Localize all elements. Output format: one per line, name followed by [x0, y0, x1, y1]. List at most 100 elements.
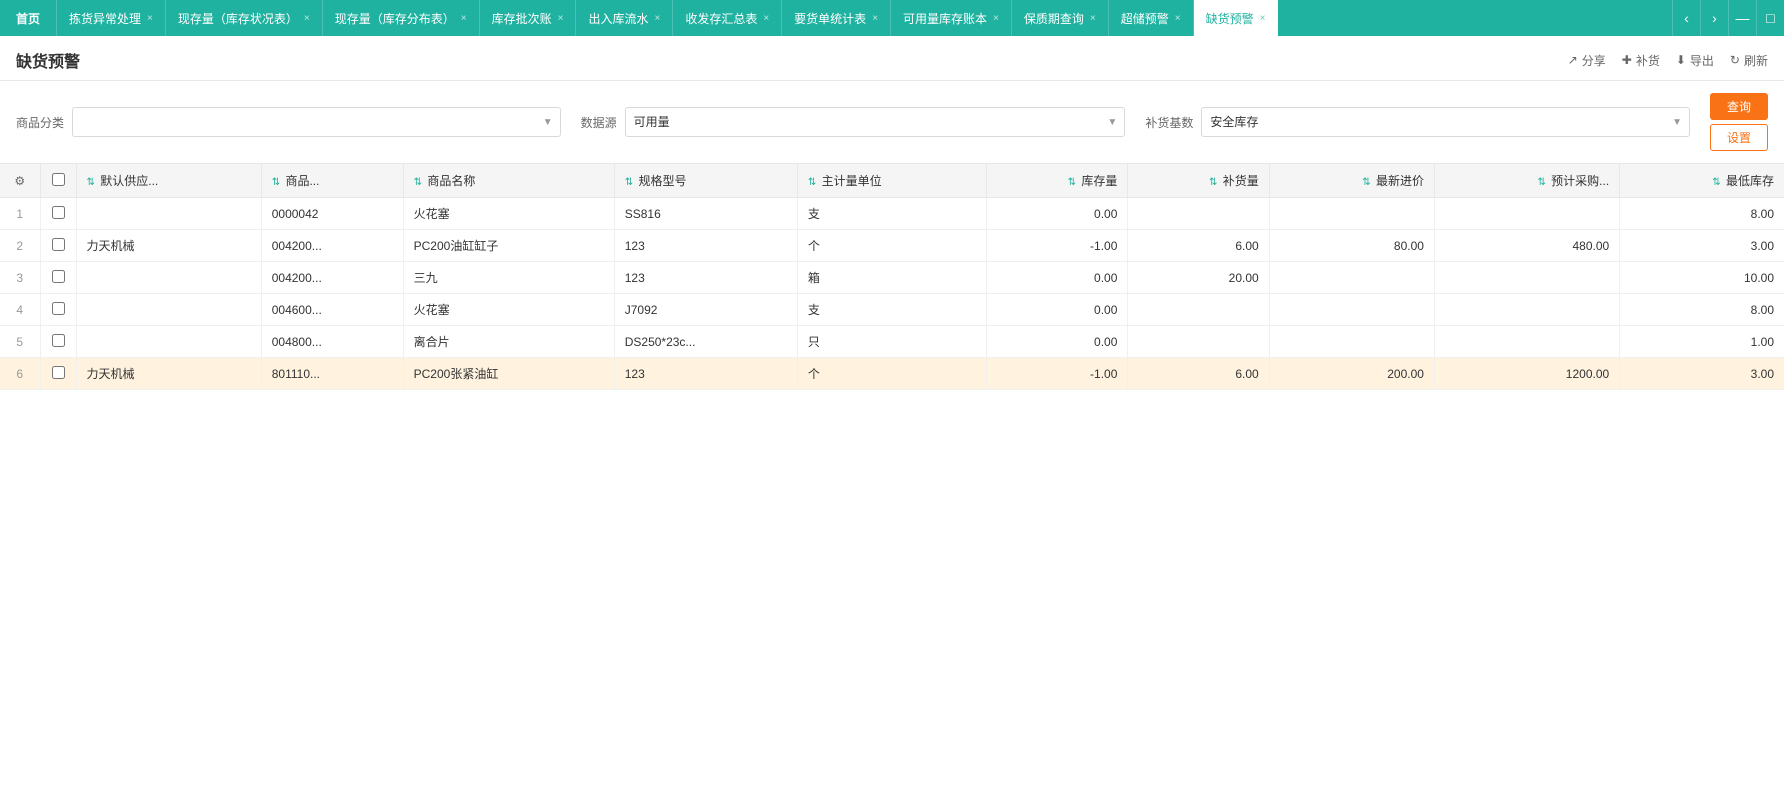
- tab-4[interactable]: 库存批次账 ×: [480, 0, 577, 36]
- th-min-stock[interactable]: ⇅ 最低库存: [1620, 164, 1784, 198]
- cell-spec: DS250*23c...: [614, 326, 797, 358]
- tab-maximize-btn[interactable]: □: [1756, 0, 1784, 36]
- tab-1[interactable]: 拣货异常处理 ×: [57, 0, 166, 36]
- header-actions: ↗ 分享 ✚ 补货 ⬇ 导出 ↻ 刷新: [1568, 52, 1768, 69]
- th-latest-price[interactable]: ⇅ 最新进价: [1269, 164, 1434, 198]
- th-gear[interactable]: ⚙: [0, 164, 40, 198]
- cell-check[interactable]: [40, 262, 76, 294]
- close-icon[interactable]: ×: [1090, 13, 1096, 24]
- th-supplier[interactable]: ⇅ 默认供应...: [76, 164, 261, 198]
- gear-icon[interactable]: ⚙: [14, 174, 25, 188]
- close-icon[interactable]: ×: [558, 13, 564, 24]
- row-checkbox[interactable]: [52, 238, 65, 251]
- cell-est-purchase: [1434, 294, 1619, 326]
- row-checkbox[interactable]: [52, 366, 65, 379]
- tab-prev-btn[interactable]: ‹: [1672, 0, 1700, 36]
- supplement-button[interactable]: ✚ 补货: [1622, 52, 1660, 69]
- cell-name: 火花塞: [403, 198, 614, 230]
- share-button[interactable]: ↗ 分享: [1568, 52, 1606, 69]
- close-icon[interactable]: ×: [993, 13, 999, 24]
- cell-check[interactable]: [40, 198, 76, 230]
- datasource-select-wrap: 可用量 ▼: [625, 107, 1126, 137]
- cell-min-stock: 8.00: [1620, 294, 1784, 326]
- refresh-button[interactable]: ↻ 刷新: [1730, 52, 1768, 69]
- cell-stock: -1.00: [987, 358, 1128, 390]
- tab-label-8: 可用量库存账本: [903, 10, 987, 27]
- th-name[interactable]: ⇅ 商品名称: [403, 164, 614, 198]
- close-icon[interactable]: ×: [304, 13, 310, 24]
- tab-label-5: 出入库流水: [588, 10, 648, 27]
- filter-bar: 商品分类 ▼ 数据源 可用量 ▼ 补货基数 安全库存: [0, 81, 1784, 164]
- datasource-filter: 数据源 可用量 ▼: [581, 107, 1126, 137]
- cell-index: 4: [0, 294, 40, 326]
- cell-check[interactable]: [40, 326, 76, 358]
- tab-3[interactable]: 现存量（库存分布表） ×: [323, 0, 480, 36]
- category-select[interactable]: [72, 107, 561, 137]
- close-icon[interactable]: ×: [763, 13, 769, 24]
- cell-index: 5: [0, 326, 40, 358]
- th-est-purchase[interactable]: ⇅ 预计采购...: [1434, 164, 1619, 198]
- cell-supplement: 6.00: [1128, 358, 1269, 390]
- close-icon[interactable]: ×: [872, 13, 878, 24]
- tab-5[interactable]: 出入库流水 ×: [576, 0, 673, 36]
- sort-icon: ⇅: [1537, 177, 1545, 188]
- replenish-select[interactable]: 安全库存: [1201, 107, 1690, 137]
- select-all-checkbox[interactable]: [52, 173, 65, 186]
- th-spec[interactable]: ⇅ 规格型号: [614, 164, 797, 198]
- close-icon[interactable]: ×: [654, 13, 660, 24]
- tab-home[interactable]: 首页: [0, 0, 57, 36]
- cell-code: 004200...: [261, 230, 403, 262]
- filter-actions: 查询 设置: [1710, 93, 1768, 151]
- cell-index: 2: [0, 230, 40, 262]
- close-icon[interactable]: ×: [1175, 13, 1181, 24]
- close-icon[interactable]: ×: [147, 13, 153, 24]
- tab-label-4: 库存批次账: [492, 10, 552, 27]
- tab-label-7: 要货单统计表: [794, 10, 866, 27]
- cell-unit: 箱: [797, 262, 986, 294]
- cell-min-stock: 8.00: [1620, 198, 1784, 230]
- th-supplement[interactable]: ⇅ 补货量: [1128, 164, 1269, 198]
- sort-icon: ⇅: [808, 177, 816, 188]
- tab-9[interactable]: 保质期查询 ×: [1012, 0, 1109, 36]
- th-spec-label: 规格型号: [638, 174, 686, 188]
- cell-supplier: 力天机械: [76, 358, 261, 390]
- th-name-label: 商品名称: [427, 174, 475, 188]
- cell-est-purchase: [1434, 326, 1619, 358]
- cell-code: 004800...: [261, 326, 403, 358]
- cell-supplement: 20.00: [1128, 262, 1269, 294]
- cell-check[interactable]: [40, 294, 76, 326]
- replenish-label: 补货基数: [1145, 114, 1193, 131]
- setting-button[interactable]: 设置: [1710, 124, 1768, 151]
- datasource-select[interactable]: 可用量: [625, 107, 1126, 137]
- row-checkbox[interactable]: [52, 302, 65, 315]
- row-checkbox[interactable]: [52, 270, 65, 283]
- th-check[interactable]: [40, 164, 76, 198]
- close-icon[interactable]: ×: [461, 13, 467, 24]
- row-checkbox[interactable]: [52, 206, 65, 219]
- table-body: 1 0000042 火花塞 SS816 支 0.00 8.00 2 力天机械 0…: [0, 198, 1784, 390]
- tab-10[interactable]: 超储预警 ×: [1109, 0, 1194, 36]
- cell-stock: 0.00: [987, 294, 1128, 326]
- tab-8[interactable]: 可用量库存账本 ×: [891, 0, 1012, 36]
- cell-stock: 0.00: [987, 262, 1128, 294]
- th-min-stock-label: 最低库存: [1726, 174, 1774, 188]
- cell-check[interactable]: [40, 358, 76, 390]
- th-code[interactable]: ⇅ 商品...: [261, 164, 403, 198]
- export-label: 导出: [1690, 52, 1714, 69]
- cell-index: 6: [0, 358, 40, 390]
- close-icon[interactable]: ×: [1260, 13, 1266, 24]
- category-filter: 商品分类 ▼: [16, 107, 561, 137]
- tab-bar: 首页 拣货异常处理 × 现存量（库存状况表） × 现存量（库存分布表） × 库存…: [0, 0, 1784, 36]
- tab-next-btn[interactable]: ›: [1700, 0, 1728, 36]
- tab-2[interactable]: 现存量（库存状况表） ×: [166, 0, 323, 36]
- tab-minimize-btn[interactable]: —: [1728, 0, 1756, 36]
- tab-11[interactable]: 缺货预警 ×: [1194, 0, 1279, 36]
- tab-7[interactable]: 要货单统计表 ×: [782, 0, 891, 36]
- cell-check[interactable]: [40, 230, 76, 262]
- th-unit[interactable]: ⇅ 主计量单位: [797, 164, 986, 198]
- query-button[interactable]: 查询: [1710, 93, 1768, 120]
- export-button[interactable]: ⬇ 导出: [1676, 52, 1714, 69]
- th-stock[interactable]: ⇅ 库存量: [987, 164, 1128, 198]
- row-checkbox[interactable]: [52, 334, 65, 347]
- tab-6[interactable]: 收发存汇总表 ×: [673, 0, 782, 36]
